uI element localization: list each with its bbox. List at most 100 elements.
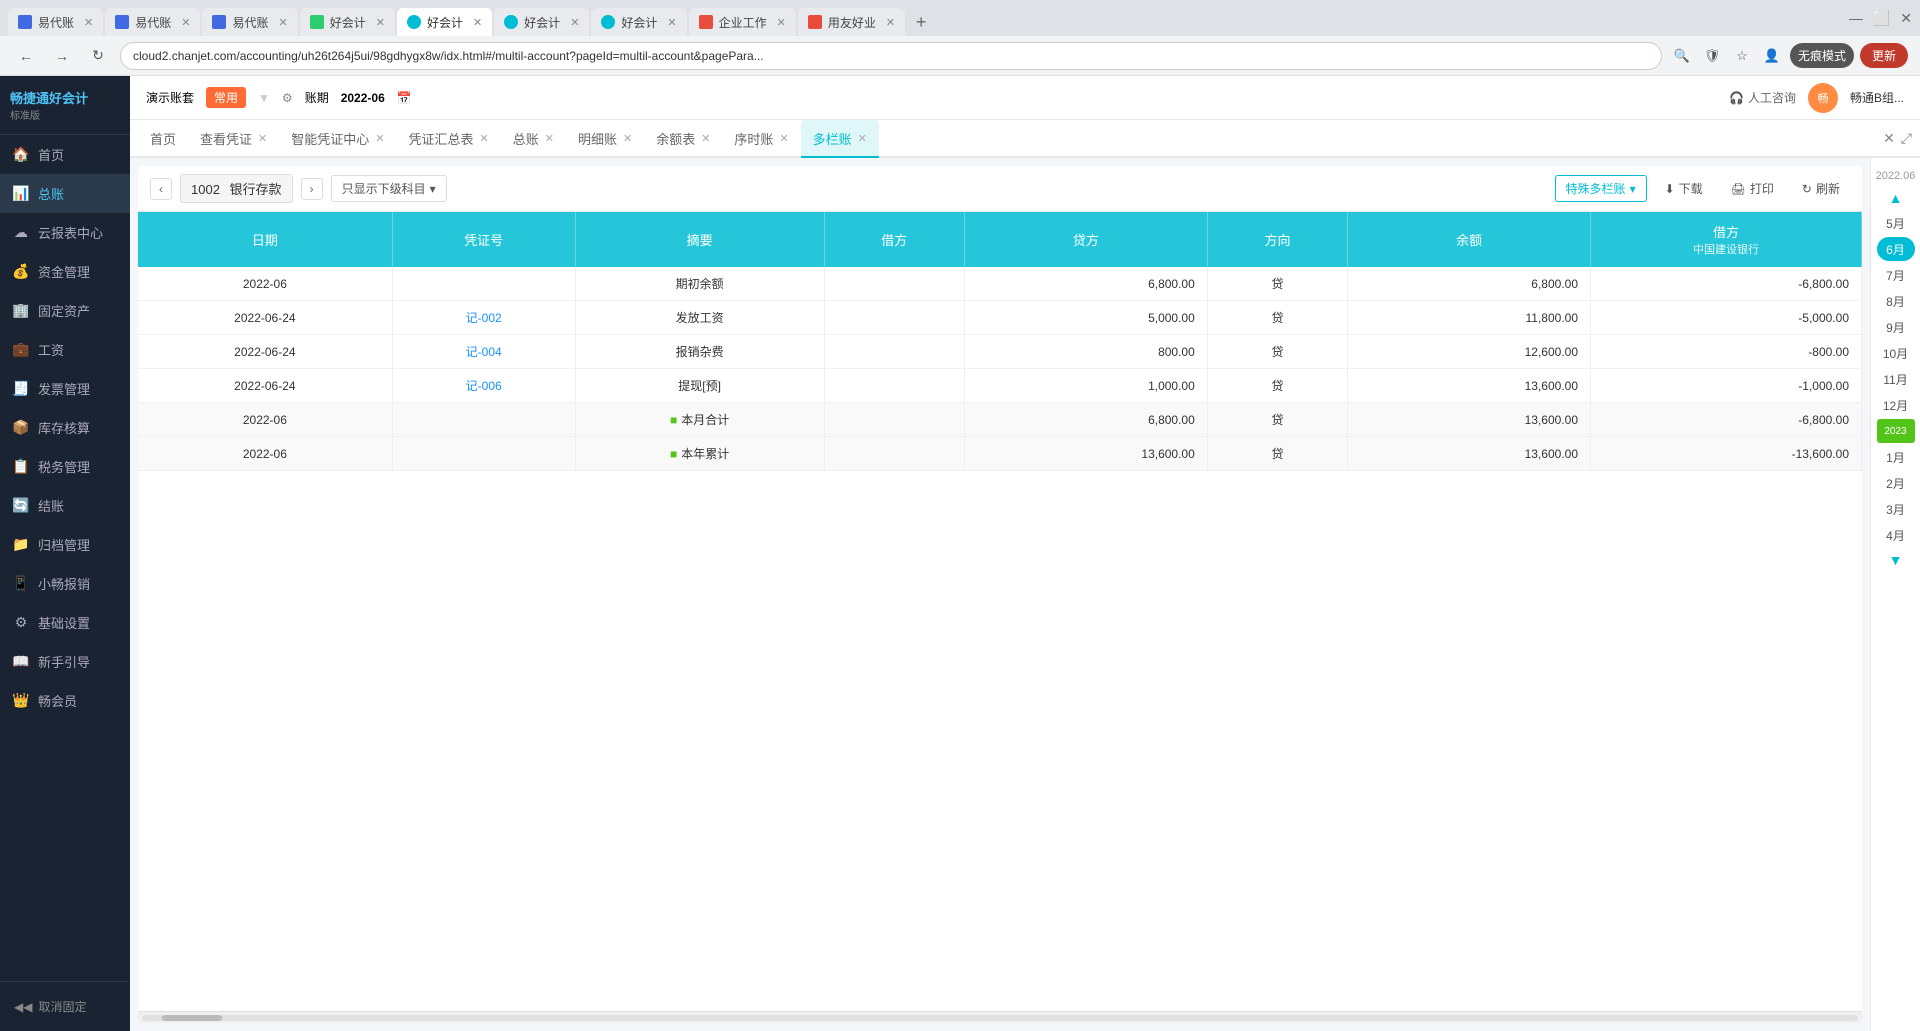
browser-tab-9-close[interactable]: ✕ (886, 16, 895, 29)
cell-extra: -13,600.00 (1591, 437, 1862, 471)
page-tab-general-ledger[interactable]: 总账 ✕ (501, 120, 566, 158)
page-tab-smart-voucher-close[interactable]: ✕ (375, 132, 384, 145)
page-tab-balance-close[interactable]: ✕ (701, 132, 710, 145)
expand-icon[interactable]: ⤢ (1901, 130, 1912, 147)
voucher-link[interactable]: 记-006 (466, 379, 502, 393)
back-button[interactable]: ← (12, 42, 40, 70)
cal-month-2023-3[interactable]: 3月 (1877, 497, 1915, 521)
ledger-icon: 📊 (12, 185, 30, 202)
sidebar-item-close[interactable]: 🔄 结账 (0, 486, 130, 525)
browser-tab-3-close[interactable]: ✕ (278, 16, 287, 29)
cal-month-7[interactable]: 7月 (1877, 263, 1915, 287)
sidebar-item-fund[interactable]: 💰 资金管理 (0, 252, 130, 291)
browser-tab-8[interactable]: 企业工作 ✕ (689, 8, 796, 36)
browser-tab-7-close[interactable]: ✕ (667, 16, 676, 29)
settings-gear-icon[interactable]: ⚙ (282, 91, 293, 105)
sidebar-item-salary[interactable]: 💼 工资 (0, 330, 130, 369)
sidebar-item-tax[interactable]: 📋 税务管理 (0, 447, 130, 486)
sidebar-item-settings[interactable]: ⚙ 基础设置 (0, 603, 130, 642)
sidebar-item-home[interactable]: 🏠 首页 (0, 135, 130, 174)
cal-month-10[interactable]: 10月 (1877, 341, 1915, 365)
download-button[interactable]: ⬇ 下载 (1655, 176, 1713, 201)
browser-tab-6[interactable]: 好会计 ✕ (494, 8, 589, 36)
cal-month-2023-1[interactable]: 1月 (1877, 445, 1915, 469)
page-tab-balance[interactable]: 余额表 ✕ (644, 120, 722, 158)
page-tab-smart-voucher[interactable]: 智能凭证中心 ✕ (279, 120, 396, 158)
page-tab-voucher-close[interactable]: ✕ (258, 132, 267, 145)
cal-month-9[interactable]: 9月 (1877, 315, 1915, 339)
browser-tab-5[interactable]: 好会计 ✕ (397, 8, 492, 36)
browser-tab-8-close[interactable]: ✕ (777, 16, 786, 29)
page-tab-detail-ledger[interactable]: 明细账 ✕ (566, 120, 644, 158)
sidebar-item-member[interactable]: 👑 畅会员 (0, 681, 130, 720)
voucher-link[interactable]: 记-002 (466, 311, 502, 325)
page-tab-summary[interactable]: 凭证汇总表 ✕ (396, 120, 500, 158)
page-tab-voucher[interactable]: 查看凭证 ✕ (188, 120, 279, 158)
sidebar-item-cloud-report[interactable]: ☁ 云报表中心 (0, 213, 130, 252)
special-multi-button[interactable]: 特殊多栏账 ▾ (1555, 175, 1647, 202)
search-icon[interactable]: 🔍 (1670, 44, 1694, 68)
page-tab-detail-ledger-close[interactable]: ✕ (623, 132, 632, 145)
new-tab-button[interactable]: + (907, 8, 935, 36)
browser-tab-6-close[interactable]: ✕ (570, 16, 579, 29)
browser-tab-9[interactable]: 用友好业 ✕ (798, 8, 905, 36)
cal-month-2023-2[interactable]: 2月 (1877, 471, 1915, 495)
maximize-icon[interactable]: ⬜ (1873, 10, 1890, 27)
next-account-button[interactable]: › (301, 178, 323, 200)
prev-account-button[interactable]: ‹ (150, 178, 172, 200)
browser-tab-3[interactable]: 易代账 ✕ (202, 8, 297, 36)
page-tab-journal-close[interactable]: ✕ (779, 132, 788, 145)
star-icon[interactable]: ☆ (1730, 44, 1754, 68)
cal-month-11[interactable]: 11月 (1877, 367, 1915, 391)
browser-tab-4[interactable]: 好会计 ✕ (300, 8, 395, 36)
print-button[interactable]: 🖨 打印 (1721, 176, 1784, 201)
browser-tab-5-close[interactable]: ✕ (473, 16, 482, 29)
incognito-button[interactable]: 无痕模式 (1790, 43, 1854, 68)
page-tab-multi-close[interactable]: ✕ (858, 132, 867, 145)
calendar-icon[interactable]: 📅 (397, 91, 412, 105)
sidebar-item-archive[interactable]: 📁 归档管理 (0, 525, 130, 564)
calendar-up-button[interactable]: ▲ (1880, 186, 1912, 210)
page-tab-journal[interactable]: 序时账 ✕ (722, 120, 800, 158)
unpin-button[interactable]: ◀◀ 取消固定 (10, 992, 120, 1021)
cal-month-5[interactable]: 5月 (1877, 211, 1915, 235)
cal-month-8[interactable]: 8月 (1877, 289, 1915, 313)
forward-button[interactable]: → (48, 42, 76, 70)
page-tab-multi[interactable]: 多栏账 ✕ (801, 120, 879, 158)
sidebar-item-invoice[interactable]: 🧾 发票管理 (0, 369, 130, 408)
cal-month-2023-4[interactable]: 4月 (1877, 523, 1915, 547)
close-icon[interactable]: ✕ (1900, 10, 1912, 27)
demo-badge[interactable]: 常用 (206, 87, 246, 108)
sidebar-item-expense[interactable]: 📱 小畅报销 (0, 564, 130, 603)
collapse-icon[interactable]: ✕ (1883, 130, 1895, 147)
cal-month-6[interactable]: 6月 (1877, 237, 1915, 261)
browser-tab-2[interactable]: 易代账 ✕ (105, 8, 200, 36)
reload-button[interactable]: ↻ (84, 42, 112, 70)
help-button[interactable]: 🎧 人工咨询 (1729, 89, 1796, 106)
page-tab-general-ledger-close[interactable]: ✕ (545, 132, 554, 145)
cal-month-12[interactable]: 12月 (1877, 393, 1915, 417)
browser-tab-4-close[interactable]: ✕ (376, 16, 385, 29)
page-tab-home[interactable]: 首页 (138, 120, 188, 158)
sidebar-item-inventory[interactable]: 📦 库存核算 (0, 408, 130, 447)
browser-tab-1-close[interactable]: ✕ (84, 16, 93, 29)
scroll-thumb[interactable] (162, 1015, 222, 1021)
calendar-down-button[interactable]: ▼ (1880, 548, 1912, 572)
minimize-icon[interactable]: — (1849, 10, 1863, 26)
voucher-link[interactable]: 记-004 (466, 345, 502, 359)
shield-icon[interactable]: 🛡 (1700, 44, 1724, 68)
browser-tab-7[interactable]: 好会计 ✕ (591, 8, 686, 36)
sidebar-item-guide[interactable]: 📖 新手引导 (0, 642, 130, 681)
sidebar-item-assets[interactable]: 🏢 固定资产 (0, 291, 130, 330)
profile-icon[interactable]: 👤 (1760, 44, 1784, 68)
update-button[interactable]: 更新 (1860, 43, 1908, 68)
filter-dropdown[interactable]: 只显示下级科目 ▾ (331, 175, 447, 202)
page-tab-summary-close[interactable]: ✕ (480, 132, 489, 145)
address-input[interactable] (120, 42, 1662, 70)
horizontal-scrollbar[interactable] (138, 1011, 1862, 1023)
sidebar-item-ledger[interactable]: 📊 总账 (0, 174, 130, 213)
user-avatar[interactable]: 畅 (1808, 83, 1838, 113)
browser-tab-1[interactable]: 易代账 ✕ (8, 8, 103, 36)
browser-tab-2-close[interactable]: ✕ (181, 16, 190, 29)
refresh-button[interactable]: ↻ 刷新 (1792, 176, 1850, 201)
